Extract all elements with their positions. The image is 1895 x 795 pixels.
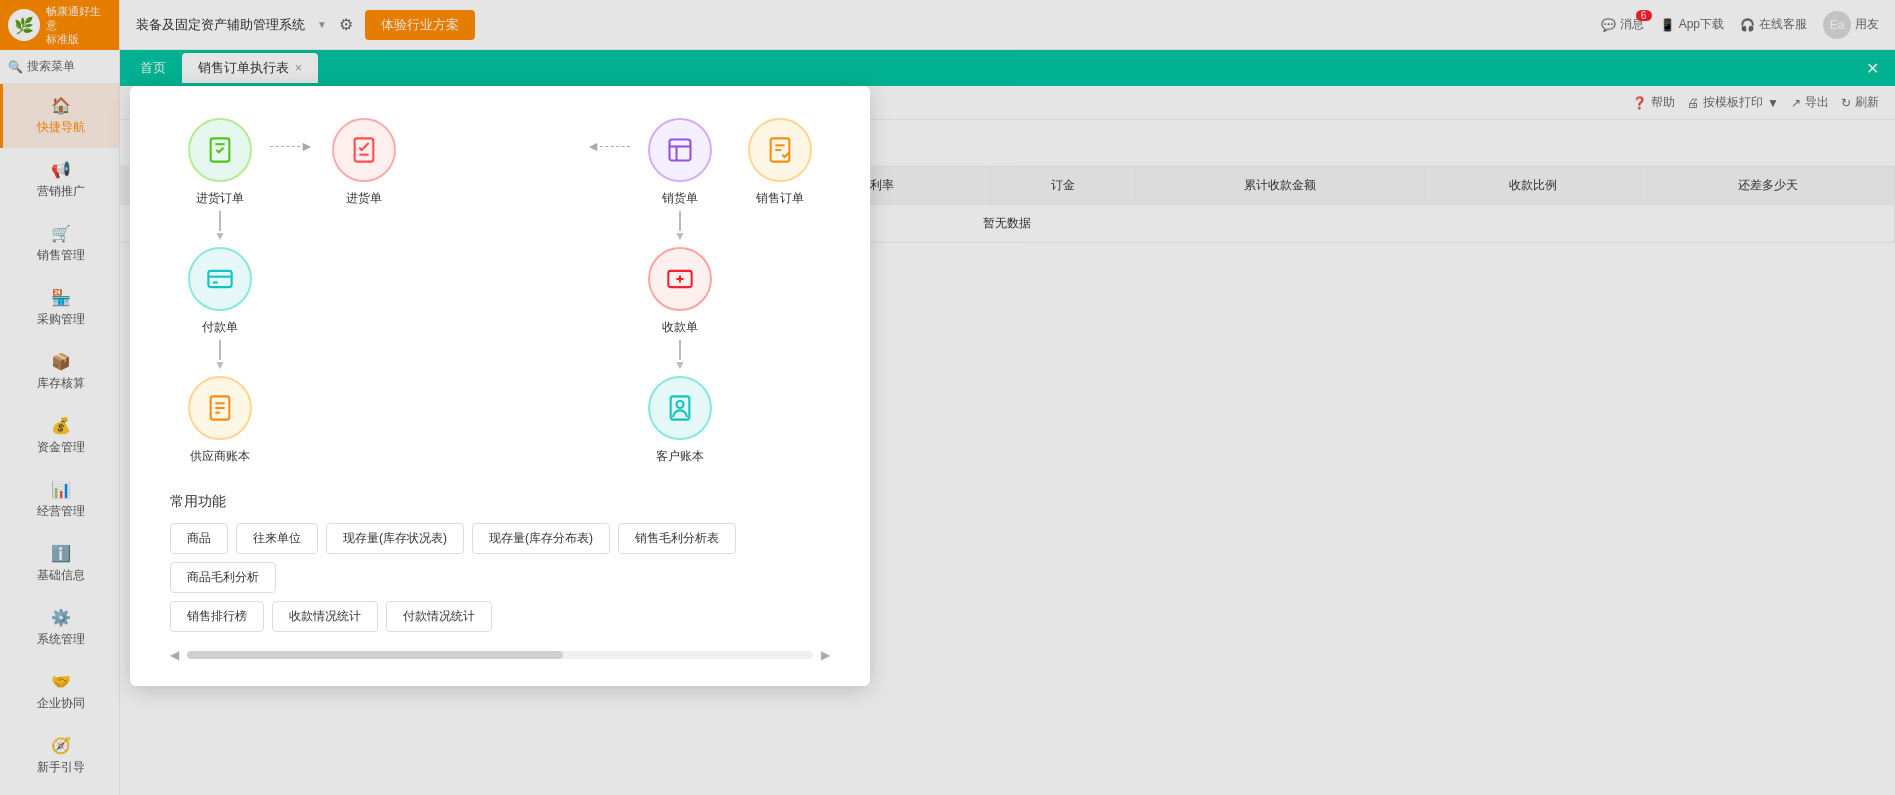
customer-ledger-icon [648, 376, 712, 440]
payment-icon [188, 247, 252, 311]
flow-node-payment[interactable]: 付款单 [170, 247, 270, 336]
receipt-label: 收款单 [662, 319, 698, 336]
flow-node-purchase-bill[interactable]: 进货单 [314, 118, 414, 207]
flow-node-supplier-ledger[interactable]: 供应商账本 [170, 376, 270, 465]
payment-label: 付款单 [202, 319, 238, 336]
func-btn-partners[interactable]: 往来单位 [236, 523, 318, 554]
flow-node-purchase-order[interactable]: 进货订单 [170, 118, 270, 207]
func-btn-goods-margin[interactable]: 商品毛利分析 [170, 562, 276, 593]
common-functions: 常用功能 商品 往来单位 现存量(库存状况表) 现存量(库存分布表) 销售毛利分… [170, 493, 830, 632]
supplier-ledger-icon [188, 376, 252, 440]
func-btn-stock-dist[interactable]: 现存量(库存分布表) [472, 523, 610, 554]
scroll-thumb [187, 651, 563, 659]
flow-node-sales-order[interactable]: 销售订单 [730, 118, 830, 207]
svg-rect-2 [208, 271, 231, 287]
customer-ledger-label: 客户账本 [656, 448, 704, 465]
func-btn-sales-margin[interactable]: 销售毛利分析表 [618, 523, 736, 554]
functions-row1: 商品 往来单位 现存量(库存状况表) 现存量(库存分布表) 销售毛利分析表 商品… [170, 523, 830, 593]
func-btn-goods[interactable]: 商品 [170, 523, 228, 554]
sales-order-icon [748, 118, 812, 182]
func-btn-sales-rank[interactable]: 销售排行榜 [170, 601, 264, 632]
scroll-right-btn[interactable]: ▶ [821, 648, 830, 662]
svg-point-16 [677, 401, 684, 408]
flow-node-customer-ledger[interactable]: 客户账本 [630, 376, 730, 465]
purchase-bill-icon [332, 118, 396, 182]
scroll-track[interactable] [187, 651, 813, 659]
sales-bill-label: 销货单 [662, 190, 698, 207]
scroll-left-btn[interactable]: ◀ [170, 648, 179, 662]
func-btn-receipt-stat[interactable]: 收款情况统计 [272, 601, 378, 632]
receipt-icon [648, 247, 712, 311]
svg-rect-9 [355, 138, 374, 161]
sales-bill-icon [648, 118, 712, 182]
functions-row2: 销售排行榜 收款情况统计 付款情况统计 [170, 601, 830, 632]
supplier-ledger-label: 供应商账本 [190, 448, 250, 465]
svg-rect-11 [670, 140, 691, 161]
purchase-order-label: 进货订单 [196, 190, 244, 207]
quick-nav-popup: 进货订单 ▼ 付款单 ▼ [130, 86, 870, 686]
purchase-bill-label: 进货单 [346, 190, 382, 207]
sales-order-label: 销售订单 [756, 190, 804, 207]
flow-node-receipt[interactable]: 收款单 [630, 247, 730, 336]
common-title: 常用功能 [170, 493, 830, 511]
func-btn-payment-stat[interactable]: 付款情况统计 [386, 601, 492, 632]
popup-scrollbar: ◀ ▶ [170, 648, 830, 662]
flow-node-sales-bill[interactable]: 销货单 [630, 118, 730, 207]
purchase-order-icon [188, 118, 252, 182]
func-btn-stock-status[interactable]: 现存量(库存状况表) [326, 523, 464, 554]
overlay: 进货订单 ▼ 付款单 ▼ [0, 0, 1895, 795]
